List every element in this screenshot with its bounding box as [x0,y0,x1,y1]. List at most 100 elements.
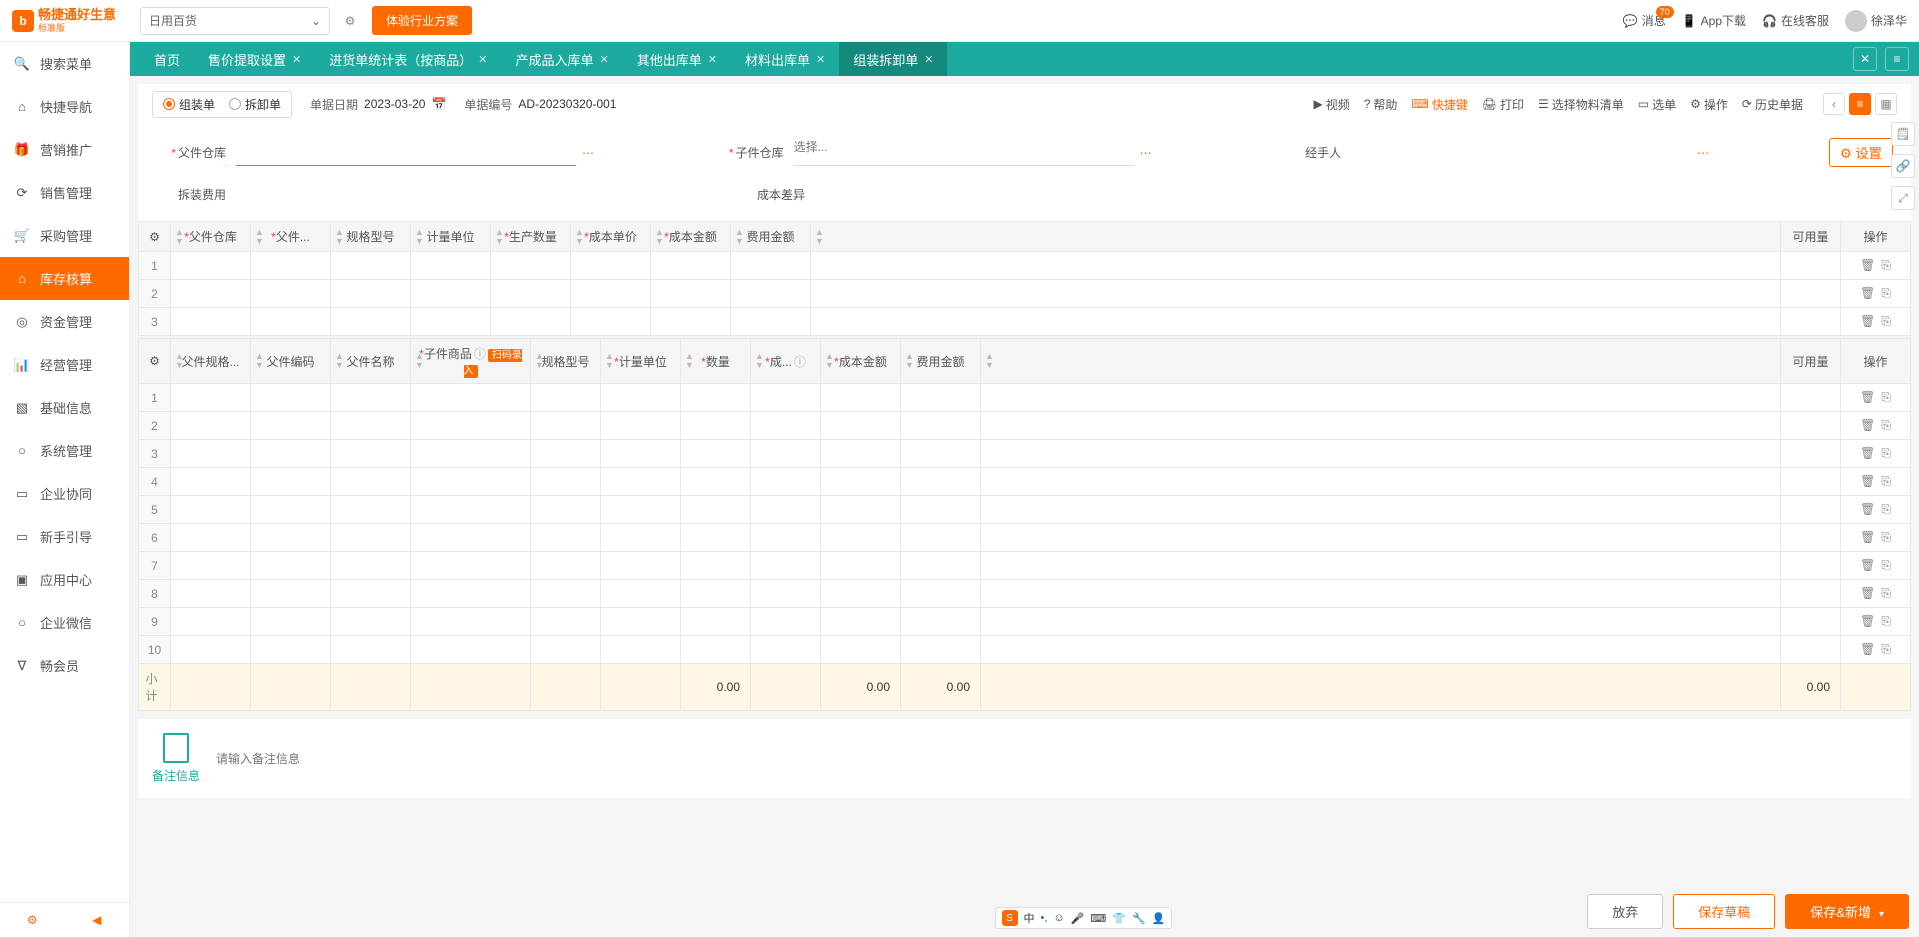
messages-link[interactable]: 💬 消息 70 [1623,12,1666,29]
scan-badge[interactable]: 扫码录入 [464,349,522,378]
tab[interactable]: 其他出库单✕ [623,42,731,76]
copy-icon[interactable]: ⎘ [1881,642,1891,656]
table2-gear-header[interactable]: ⚙ [139,339,171,384]
sidebar-item[interactable]: ▧基础信息 [0,386,129,429]
table-row[interactable]: 7🗑⎘ [139,552,1911,580]
sidebar-item[interactable]: 🛒采购管理 [0,214,129,257]
experience-button[interactable]: 体验行业方案 [372,6,472,35]
app-download-link[interactable]: 📱 App下载 [1682,12,1746,29]
tab-close-icon[interactable]: ✕ [478,53,487,66]
sort-icon[interactable]: ▲▼ [905,352,914,370]
sort-icon[interactable]: ▲▼ [825,352,834,370]
online-service-link[interactable]: 🎧 在线客服 [1762,12,1829,29]
user-menu[interactable]: 徐泽华 [1845,10,1907,32]
sidebar-item[interactable]: 🔍搜索菜单 [0,42,129,85]
delete-icon[interactable]: 🗑 [1860,586,1875,600]
delete-icon[interactable]: 🗑 [1860,558,1875,572]
delete-icon[interactable]: 🗑 [1860,502,1875,516]
sidebar-item[interactable]: ▭企业协同 [0,472,129,515]
settings-button[interactable]: ⚙ 设置 [1829,138,1893,167]
copy-icon[interactable]: ⎘ [1881,418,1891,432]
sidebar-item[interactable]: ⌂快捷导航 [0,85,129,128]
sort-icon[interactable]: ▲▼ [655,228,664,246]
sidebar-item[interactable]: ∇畅会员 [0,644,129,687]
sort-icon[interactable]: ▲▼ [335,228,344,246]
hotkey-action[interactable]: ⌨快捷键 [1411,96,1467,113]
tab[interactable]: 首页 [140,42,194,76]
sidebar-item[interactable]: ◎资金管理 [0,300,129,343]
delete-icon[interactable]: 🗑 [1860,446,1875,460]
help-action[interactable]: ?帮助 [1364,96,1398,113]
sidebar-item[interactable]: ⌂库存核算 [0,257,129,300]
copy-icon[interactable]: ⎘ [1881,474,1891,488]
sort-icon[interactable]: ▲▼ [255,228,264,246]
sort-icon[interactable]: ▲▼ [255,352,264,370]
gear-button[interactable]: ⚙ [336,7,364,35]
table-row[interactable]: 6🗑⎘ [139,524,1911,552]
copy-icon[interactable]: ⎘ [1881,390,1891,404]
table-row[interactable]: 1🗑⎘ [139,384,1911,412]
table1-gear-header[interactable]: ⚙ [139,222,171,252]
tab[interactable]: 组装拆卸单✕ [839,42,947,76]
radio-assembly[interactable]: 组装单 [163,96,215,113]
remark-input[interactable] [216,752,1897,766]
table-row[interactable]: 5🗑⎘ [139,496,1911,524]
table-row[interactable]: 3🗑⎘ [139,440,1911,468]
sidebar-item[interactable]: ▣应用中心 [0,558,129,601]
info-icon[interactable]: ⓘ [794,355,806,369]
save-draft-button[interactable]: 保存草稿 [1673,894,1775,929]
view-prev-button[interactable]: ‹ [1823,93,1845,115]
category-select[interactable]: 日用百货 ⌄ [140,7,330,35]
table-row[interactable]: 2🗑⎘ [139,412,1911,440]
float-note-button[interactable]: 🗒 [1891,122,1915,146]
table-row[interactable]: 3🗑⎘ [139,308,1911,336]
sidebar-item[interactable]: ▭新手引导 [0,515,129,558]
handler-lookup[interactable]: ⋯ [1697,146,1709,160]
parent-warehouse-input[interactable] [236,140,576,166]
sort-icon[interactable]: ▲▼ [535,352,544,370]
copy-icon[interactable]: ⎘ [1881,530,1891,544]
sidebar-item[interactable]: 📊经营管理 [0,343,129,386]
tab-close-all-button[interactable]: ✕ [1853,47,1877,71]
sort-icon[interactable]: ▲▼ [415,352,424,370]
sort-icon[interactable]: ▲▼ [685,352,694,370]
sort-icon[interactable]: ▲▼ [605,352,614,370]
view-grid-button[interactable]: ▦ [1875,93,1897,115]
float-link-button[interactable]: 🔗 [1891,154,1915,178]
sidebar-gear-button[interactable]: ⚙ [0,903,65,937]
sort-icon[interactable]: ▲▼ [575,228,584,246]
float-expand-button[interactable]: ⤢ [1891,186,1915,210]
handler-input[interactable] [1351,140,1691,166]
sort-icon[interactable]: ▲▼ [335,352,344,370]
sidebar-item[interactable]: 🎁营销推广 [0,128,129,171]
sort-icon[interactable]: ▲▼ [495,228,504,246]
sort-icon[interactable]: ▲▼ [815,228,824,246]
delete-icon[interactable]: 🗑 [1860,530,1875,544]
sidebar-collapse-button[interactable]: ◀ [65,903,130,937]
delete-icon[interactable]: 🗑 [1860,474,1875,488]
sort-icon[interactable]: ▲▼ [985,352,994,370]
table-row[interactable]: 1🗑⎘ [139,252,1911,280]
copy-icon[interactable]: ⎘ [1881,614,1891,628]
child-warehouse-lookup[interactable]: ⋯ [1140,146,1152,160]
copy-icon[interactable]: ⎘ [1881,286,1891,300]
info-icon[interactable]: ⓘ [474,347,486,361]
table-row[interactable]: 2🗑⎘ [139,280,1911,308]
delete-icon[interactable]: 🗑 [1860,314,1875,328]
table-row[interactable]: 4🗑⎘ [139,468,1911,496]
copy-icon[interactable]: ⎘ [1881,314,1891,328]
operation-action[interactable]: ⚙操作 [1690,96,1728,113]
sidebar-item[interactable]: ○企业微信 [0,601,129,644]
print-action[interactable]: 🖨打印 [1482,96,1524,113]
tab-close-icon[interactable]: ✕ [708,53,717,66]
delete-icon[interactable]: 🗑 [1860,418,1875,432]
material-list-action[interactable]: ☰选择物料清单 [1538,96,1624,113]
select-doc-action[interactable]: ▭选单 [1638,96,1676,113]
delete-icon[interactable]: 🗑 [1860,390,1875,404]
tab-menu-button[interactable]: ≡ [1885,47,1909,71]
calendar-icon[interactable]: 📅 [431,97,446,111]
delete-icon[interactable]: 🗑 [1860,258,1875,272]
tab[interactable]: 售价提取设置✕ [194,42,315,76]
copy-icon[interactable]: ⎘ [1881,258,1891,272]
table-row[interactable]: 10🗑⎘ [139,636,1911,664]
